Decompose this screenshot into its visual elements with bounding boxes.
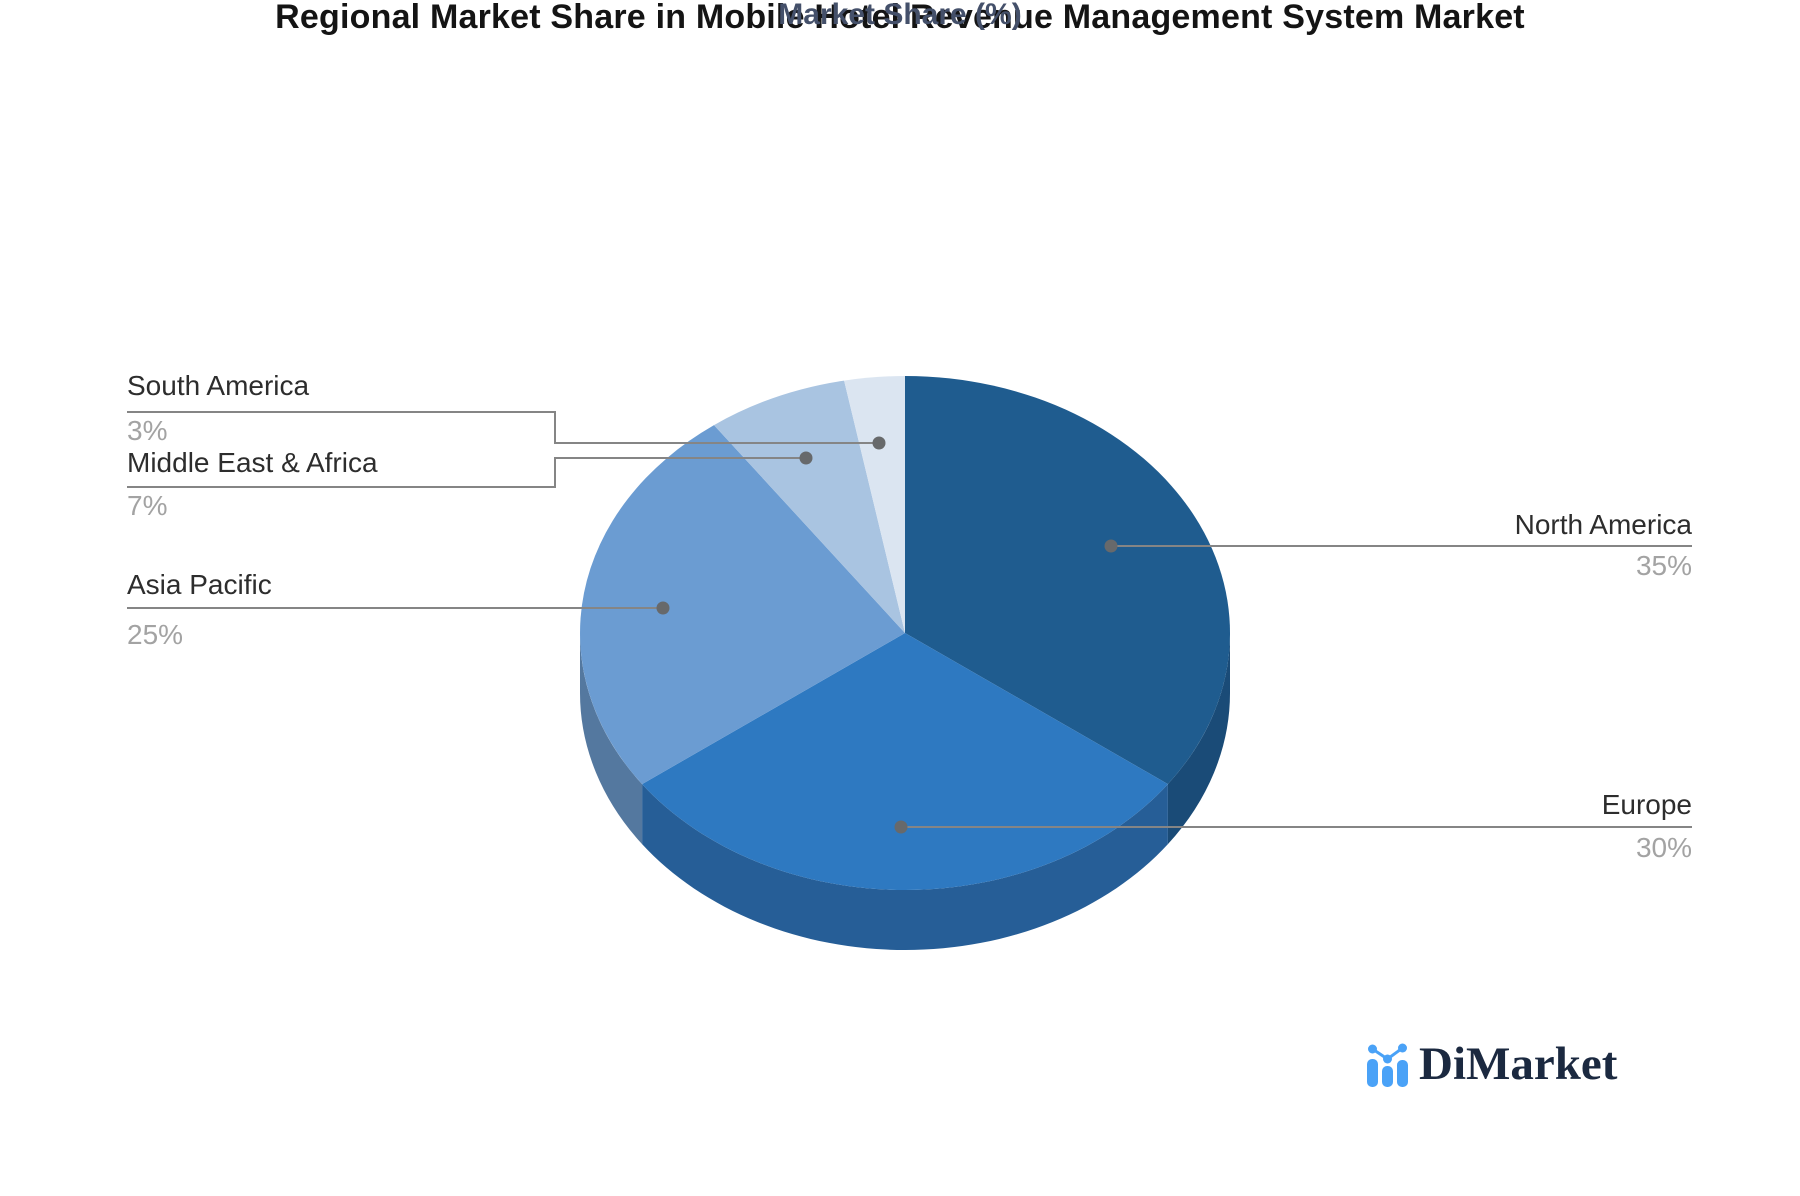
callout-value-europe: 30% [1636, 834, 1692, 862]
callout-value-middle-east-africa: 7% [127, 492, 167, 520]
leader-dot-north-america [1105, 540, 1118, 553]
logo-dot-1 [1368, 1045, 1377, 1054]
logo-dot-2 [1383, 1055, 1392, 1064]
callout-label-asia-pacific: Asia Pacific [127, 571, 272, 599]
callout-value-north-america: 35% [1636, 552, 1692, 580]
logo-bar-2 [1382, 1066, 1393, 1087]
callout-label-north-america: North America [1515, 511, 1692, 539]
chart-page: { "header": { "title": "Regional Market … [0, 0, 1800, 1196]
leader-dot-middle-east-africa [800, 452, 813, 465]
logo-bar-1 [1367, 1059, 1378, 1087]
leader-dot-europe [895, 821, 908, 834]
dimarket-logo-icon [1363, 1040, 1415, 1090]
logo-bar-3 [1397, 1060, 1408, 1087]
dimarket-logo-text: DiMarket [1419, 1041, 1617, 1088]
logo-dot-3 [1398, 1044, 1407, 1053]
callout-value-south-america: 3% [127, 417, 167, 445]
callout-value-asia-pacific: 25% [127, 621, 183, 649]
leader-dot-south-america [873, 437, 886, 450]
callout-label-south-america: South America [127, 372, 309, 400]
leader-dot-asia-pacific [657, 602, 670, 615]
callout-label-middle-east-africa: Middle East & Africa [127, 449, 378, 477]
callout-label-europe: Europe [1602, 791, 1692, 819]
